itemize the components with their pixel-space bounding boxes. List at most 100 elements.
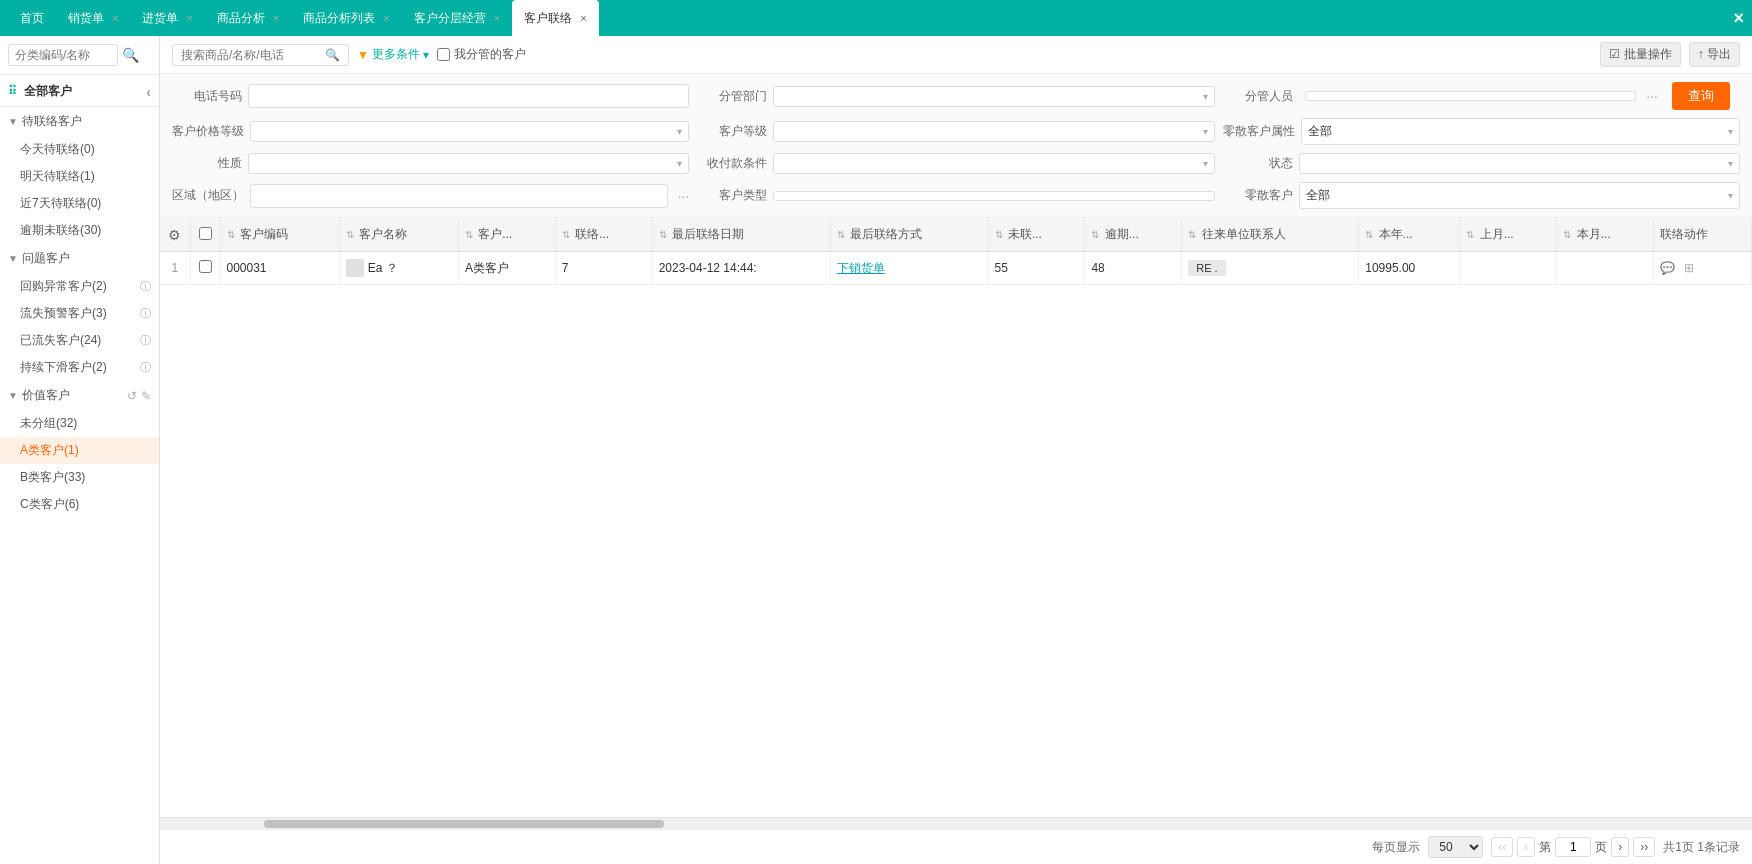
sidebar-item-7days[interactable]: 近7天待联络(0) [0, 190, 159, 217]
sidebar-item-overdue[interactable]: 逾期未联络(30) [0, 217, 159, 244]
last-month-sort-icon[interactable]: ⇅ [1466, 229, 1474, 240]
filter-retail-customer-select[interactable]: 全部 ▾ [1299, 182, 1740, 209]
nav-tab-3-close[interactable]: × [383, 12, 389, 24]
th-last-month-label: 上月... [1480, 227, 1514, 241]
page-suffix: 页 [1595, 839, 1607, 856]
filter-search-icon[interactable]: 🔍 [325, 48, 340, 62]
type-sort-icon[interactable]: ⇅ [465, 229, 473, 240]
row-chat-icon[interactable]: 💬 [1660, 261, 1675, 275]
filter-customer-type-select[interactable] [773, 191, 1214, 201]
sidebar-item-ungrouped[interactable]: 未分组(32) [0, 410, 159, 437]
filter-nature-select[interactable]: ▾ [248, 153, 689, 174]
row-qr-icon[interactable]: ⊞ [1684, 261, 1694, 275]
filter-search-input[interactable] [181, 48, 321, 62]
nav-tab-2-close[interactable]: × [273, 12, 279, 24]
window-close-button[interactable]: × [1733, 8, 1744, 29]
next-page-button[interactable]: › [1611, 837, 1629, 857]
sidebar-item-class-c-label: C类客户(6) [20, 496, 79, 513]
th-overdue: ⇅ 逾期... [1085, 218, 1182, 252]
nav-tab-1[interactable]: 进货单 × [130, 0, 204, 36]
churn-warning-info-icon: ⓘ [140, 306, 151, 321]
filter-price-level-select[interactable]: ▾ [250, 121, 689, 142]
sidebar-value-group[interactable]: ▼ 价值客户 ↺ ✎ [0, 381, 159, 410]
last-method-sort-icon[interactable]: ⇅ [837, 229, 845, 240]
sidebar-problem-group[interactable]: ▼ 问题客户 [0, 244, 159, 273]
per-page-select[interactable]: 50 100 200 [1428, 836, 1483, 858]
filter-manager-dots[interactable]: ··· [1646, 88, 1658, 104]
sidebar-item-declining[interactable]: 持续下滑客户(2) ⓘ [0, 354, 159, 381]
no-contact-sort-icon[interactable]: ⇅ [995, 229, 1003, 240]
nav-tab-4[interactable]: 客户分层经营 × [402, 0, 512, 36]
unit-contact-sort-icon[interactable]: ⇅ [1188, 229, 1196, 240]
contact-sort-icon[interactable]: ⇅ [562, 229, 570, 240]
value-edit-icon[interactable]: ✎ [141, 389, 151, 403]
nav-tab-4-close[interactable]: × [494, 12, 500, 24]
filter-nature-row: 性质 ▾ [172, 153, 689, 174]
nav-tab-3[interactable]: 商品分析列表 × [291, 0, 401, 36]
filter-manager-select[interactable] [1305, 91, 1637, 101]
filter-retail-attr-select[interactable]: 全部 ▾ [1301, 118, 1740, 145]
page-input[interactable] [1555, 837, 1591, 857]
horizontal-scrollbar[interactable] [160, 817, 1752, 829]
query-button[interactable]: 查询 [1672, 82, 1730, 110]
row-last-month [1460, 252, 1557, 285]
filter-dept-select[interactable]: ▾ [773, 86, 1214, 107]
select-all-checkbox[interactable] [199, 227, 212, 240]
first-page-button[interactable]: ‹‹ [1491, 837, 1513, 857]
export-icon: ↑ [1698, 47, 1704, 61]
filter-payment-chevron: ▾ [1203, 158, 1208, 169]
last-date-sort-icon[interactable]: ⇅ [659, 229, 667, 240]
sidebar: 🔍 ⠿ 全部客户 ‹ ▼ 待联络客户 今天待联络(0) 明天待联络(1) 近7天… [0, 36, 160, 864]
sidebar-item-class-a[interactable]: A类客户(1) [0, 437, 159, 464]
overdue-sort-icon[interactable]: ⇅ [1091, 229, 1099, 240]
filter-status-select[interactable]: ▾ [1299, 153, 1740, 174]
last-page-button[interactable]: ›› [1633, 837, 1655, 857]
sidebar-item-repurchase[interactable]: 回购异常客户(2) ⓘ [0, 273, 159, 300]
problem-items: 回购异常客户(2) ⓘ 流失预警客户(3) ⓘ 已流失客户(24) ⓘ 持续下滑… [0, 273, 159, 381]
row-checkbox[interactable] [199, 260, 212, 273]
filter-payment-select[interactable]: ▾ [773, 153, 1214, 174]
filter-region-dots[interactable]: ··· [678, 188, 690, 204]
sidebar-item-tomorrow[interactable]: 明天待联络(1) [0, 163, 159, 190]
pending-items: 今天待联络(0) 明天待联络(1) 近7天待联络(0) 逾期未联络(30) [0, 136, 159, 244]
nav-tab-1-close[interactable]: × [186, 12, 192, 24]
name-sort-icon[interactable]: ⇅ [346, 229, 354, 240]
nav-tab-5-close[interactable]: × [580, 12, 586, 24]
sidebar-search-icon[interactable]: 🔍 [122, 47, 139, 63]
sidebar-collapse-icon[interactable]: ‹ [146, 84, 151, 100]
filter-region-input[interactable] [250, 184, 668, 208]
code-sort-icon[interactable]: ⇅ [227, 229, 235, 240]
filter-customer-level-select[interactable]: ▾ [773, 121, 1214, 142]
problem-group-label: 问题客户 [22, 250, 70, 267]
sidebar-item-class-a-label: A类客户(1) [20, 442, 79, 459]
filter-nature-chevron: ▾ [677, 158, 682, 169]
batch-ops-button[interactable]: ☑ 批量操作 [1600, 42, 1680, 67]
nav-tab-2[interactable]: 商品分析 × [205, 0, 291, 36]
filter-phone-input[interactable] [248, 84, 689, 108]
sidebar-item-churn-warning[interactable]: 流失预警客户(3) ⓘ [0, 300, 159, 327]
my-customers-check[interactable] [437, 48, 450, 61]
filter-more-conditions[interactable]: ▼ 更多条件 ▾ [357, 46, 429, 63]
nav-tab-5[interactable]: 客户联络 × [512, 0, 598, 36]
nav-home[interactable]: 首页 [8, 0, 56, 36]
sidebar-item-churned[interactable]: 已流失客户(24) ⓘ [0, 327, 159, 354]
sidebar-pending-group[interactable]: ▼ 待联络客户 [0, 107, 159, 136]
table-settings-icon[interactable]: ⚙ [168, 227, 181, 243]
th-last-method-label: 最后联络方式 [850, 227, 922, 241]
th-unit-contact-label: 往来单位联系人 [1202, 227, 1286, 241]
value-refresh-icon[interactable]: ↺ [127, 389, 137, 403]
prev-page-button[interactable]: ‹ [1517, 837, 1535, 857]
sidebar-item-class-b[interactable]: B类客户(33) [0, 464, 159, 491]
sidebar-item-today[interactable]: 今天待联络(0) [0, 136, 159, 163]
nav-tab-0[interactable]: 销货单 × [56, 0, 130, 36]
sidebar-search-input[interactable] [8, 44, 118, 66]
nav-tab-0-close[interactable]: × [112, 12, 118, 24]
export-button[interactable]: ↑ 导出 [1689, 42, 1740, 67]
my-customers-label: 我分管的客户 [454, 46, 526, 63]
this-month-sort-icon[interactable]: ⇅ [1563, 229, 1571, 240]
my-customers-checkbox[interactable]: 我分管的客户 [437, 46, 526, 63]
row-last-method-link[interactable]: 下销货单 [837, 261, 885, 275]
sidebar-item-class-c[interactable]: C类客户(6) [0, 491, 159, 518]
scroll-thumb[interactable] [264, 820, 664, 828]
this-year-sort-icon[interactable]: ⇅ [1365, 229, 1373, 240]
